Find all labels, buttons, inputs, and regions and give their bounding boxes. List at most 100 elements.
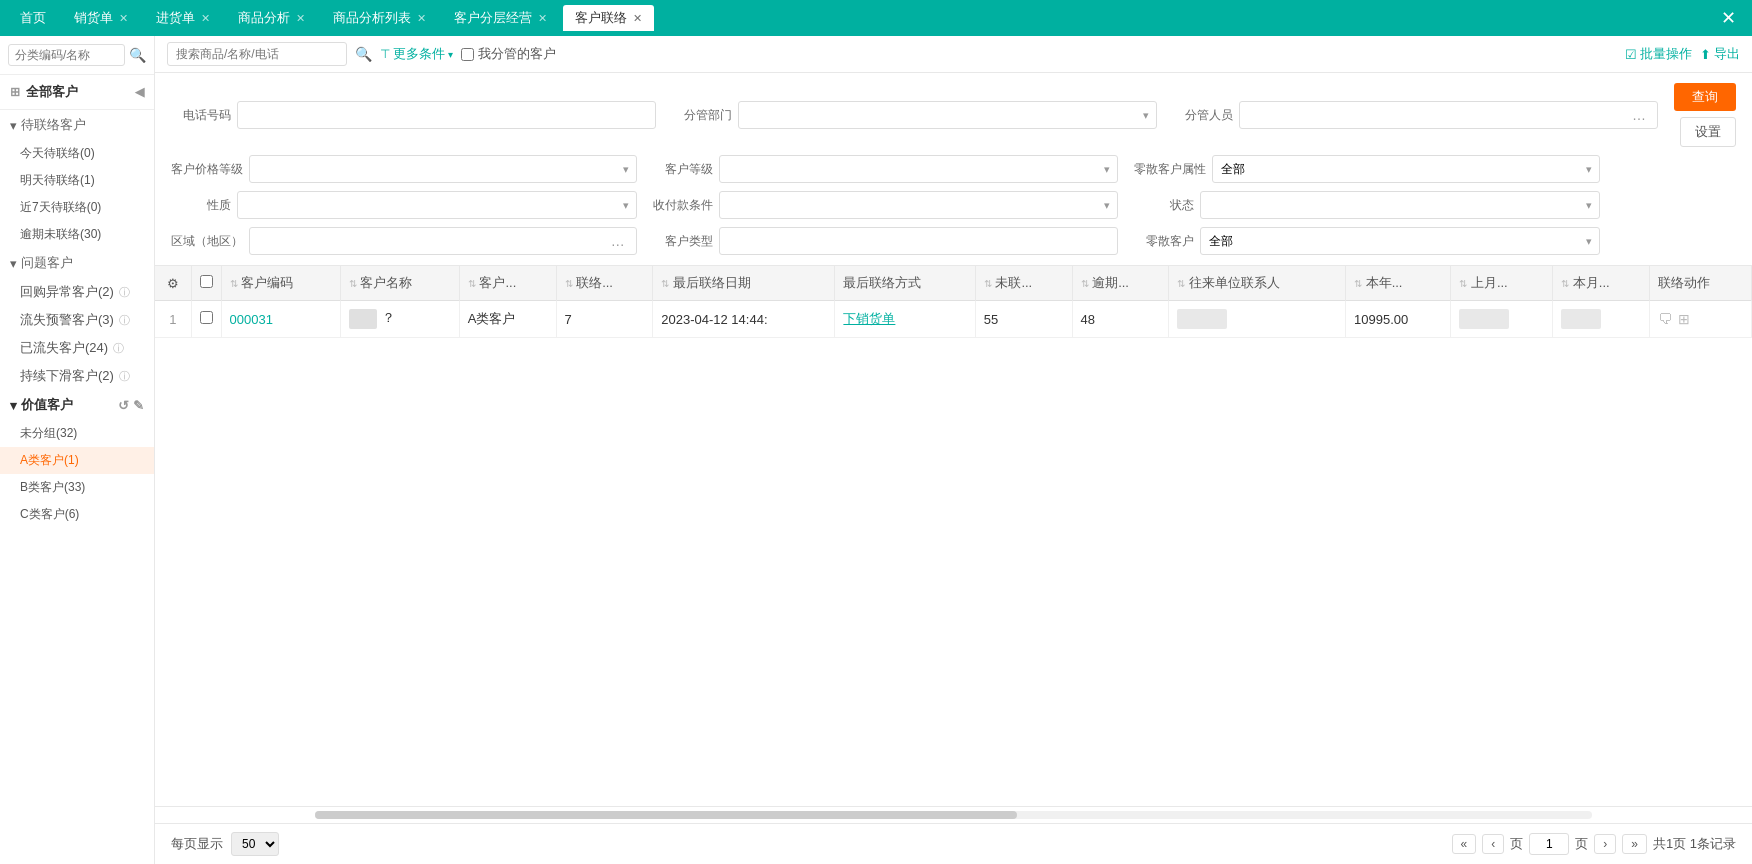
scrollbar-track[interactable] [315, 811, 1592, 819]
col-sort-icon-code[interactable]: ⇅ [230, 278, 238, 289]
person-input[interactable] [1239, 101, 1658, 129]
edit-icon[interactable]: ✎ [133, 398, 144, 413]
nav-tab-sales[interactable]: 销货单 ✕ [62, 5, 140, 31]
col-sort-icon-contact[interactable]: ⇅ [565, 278, 573, 289]
col-sort-icon-ty[interactable]: ⇅ [1354, 278, 1362, 289]
sidebar-collapse-btn[interactable]: ◀ [135, 85, 144, 99]
th-overdue-label: 逾期... [1092, 275, 1129, 290]
query-btn[interactable]: 查询 [1674, 83, 1736, 111]
filter-more-btn[interactable]: ⊤ 更多条件 ▾ [380, 45, 453, 63]
row-name-text: ？ [382, 310, 395, 325]
settings-gear-icon[interactable]: ⚙ [167, 276, 179, 291]
price-grade-select[interactable] [249, 155, 637, 183]
row-last-method-link[interactable]: 下销货单 [843, 311, 895, 326]
per-page-label: 每页显示 [171, 835, 223, 853]
sidebar-section-pending-label: 待联络客户 [21, 116, 86, 134]
sidebar-search-input[interactable] [8, 44, 125, 66]
row-overdue: 48 [1072, 301, 1169, 338]
page-input[interactable] [1529, 833, 1569, 855]
sidebar-item-churn-warning[interactable]: 流失预警客户(3) ⓘ [0, 306, 154, 334]
col-sort-icon-uncontacted[interactable]: ⇅ [984, 278, 992, 289]
nav-tab-customer-segment-close[interactable]: ✕ [538, 12, 547, 25]
last-page-btn[interactable]: » [1622, 834, 1647, 854]
sidebar-section-pending[interactable]: ▾ 待联络客户 [0, 110, 154, 140]
per-page-select[interactable]: 50 [231, 832, 279, 856]
close-all-btn[interactable]: ✕ [1713, 7, 1744, 29]
settings-btn[interactable]: 设置 [1680, 117, 1736, 147]
select-all-checkbox[interactable] [200, 275, 213, 288]
person-dots-btn[interactable]: … [1628, 107, 1650, 123]
th-settings[interactable]: ⚙ [155, 266, 191, 301]
sidebar-search-icon[interactable]: 🔍 [129, 47, 146, 63]
filter-search-icon[interactable]: 🔍 [355, 46, 372, 62]
nav-tab-home[interactable]: 首页 [8, 5, 58, 31]
export-btn[interactable]: ⬆ 导出 [1700, 45, 1740, 63]
filter-form: 电话号码 分管部门 分管人员 … 查询 设置 [155, 73, 1752, 266]
filter-search-input[interactable] [167, 42, 347, 66]
repurchase-label: 回购异常客户(2) [20, 284, 114, 299]
sidebar-item-repurchase-abnormal[interactable]: 回购异常客户(2) ⓘ [0, 278, 154, 306]
info-icon-2: ⓘ [113, 342, 124, 354]
col-sort-icon-tm[interactable]: ⇅ [1561, 278, 1569, 289]
my-customers-checkbox[interactable] [461, 48, 474, 61]
col-sort-icon-name[interactable]: ⇅ [349, 278, 357, 289]
th-type: ⇅ 客户... [459, 266, 556, 301]
connect-icon[interactable]: ⊞ [1678, 311, 1690, 327]
dept-select[interactable] [738, 101, 1157, 129]
nav-tab-customer-contact-close[interactable]: ✕ [633, 12, 642, 25]
th-last-month-label: 上月... [1471, 275, 1508, 290]
nav-tab-analysis-close[interactable]: ✕ [296, 12, 305, 25]
col-sort-icon-last-date[interactable]: ⇅ [661, 278, 669, 289]
next-page-btn[interactable]: › [1594, 834, 1616, 854]
nav-tab-purchase-close[interactable]: ✕ [201, 12, 210, 25]
row-checkbox[interactable] [200, 311, 213, 324]
payment-select[interactable] [719, 191, 1119, 219]
customer-type-input[interactable] [719, 227, 1119, 255]
th-type-label: 客户... [479, 275, 516, 290]
col-sort-icon-cp[interactable]: ⇅ [1177, 278, 1185, 289]
phone-input[interactable] [237, 101, 656, 129]
sidebar-item-tomorrow[interactable]: 明天待联络(1) [0, 167, 154, 194]
sidebar-item-ungrouped[interactable]: 未分组(32) [0, 420, 154, 447]
row-code[interactable]: 000031 [221, 301, 340, 338]
sidebar-item-class-c[interactable]: C类客户(6) [0, 501, 154, 528]
first-page-btn[interactable]: « [1452, 834, 1477, 854]
sidebar-item-overdue[interactable]: 逾期未联络(30) [0, 221, 154, 248]
nav-tab-customer-contact[interactable]: 客户联络 ✕ [563, 5, 654, 31]
sidebar-item-declining[interactable]: 持续下滑客户(2) ⓘ [0, 362, 154, 390]
sidebar-section-problems[interactable]: ▾ 问题客户 [0, 248, 154, 278]
row-name: ？ [340, 301, 459, 338]
nav-tab-customer-segment[interactable]: 客户分层经营 ✕ [442, 5, 559, 31]
refresh-icon[interactable]: ↺ [118, 398, 129, 413]
nav-tab-sales-close[interactable]: ✕ [119, 12, 128, 25]
retail-attr-select[interactable]: 全部 [1212, 155, 1600, 183]
nav-tab-analysis-list-close[interactable]: ✕ [417, 12, 426, 25]
sidebar-item-today[interactable]: 今天待联络(0) [0, 140, 154, 167]
lm-placeholder [1459, 309, 1509, 329]
sidebar-item-class-a[interactable]: A类客户(1) [0, 447, 154, 474]
region-field: 区域（地区） … [171, 227, 637, 255]
sidebar-item-class-b[interactable]: B类客户(33) [0, 474, 154, 501]
filter-row-2: 客户价格等级 客户等级 零散客户属性 全部 [171, 155, 1736, 183]
content-area: 🔍 ⊤ 更多条件 ▾ 我分管的客户 ☑ 批量操作 ⬆ 导出 [155, 36, 1752, 864]
retail-customer-select[interactable]: 全部 [1200, 227, 1600, 255]
col-sort-icon-type[interactable]: ⇅ [468, 278, 476, 289]
nav-tab-analysis-list[interactable]: 商品分析列表 ✕ [321, 5, 438, 31]
status-select[interactable] [1200, 191, 1600, 219]
nav-tab-purchase[interactable]: 进货单 ✕ [144, 5, 222, 31]
region-input[interactable] [249, 227, 637, 255]
region-dots-btn[interactable]: … [607, 233, 629, 249]
message-icon[interactable]: 🗨 [1658, 311, 1672, 327]
col-sort-icon-lm[interactable]: ⇅ [1459, 278, 1467, 289]
nav-tab-analysis[interactable]: 商品分析 ✕ [226, 5, 317, 31]
th-contact: ⇅ 联络... [556, 266, 653, 301]
scrollbar-thumb[interactable] [315, 811, 1017, 819]
person-label: 分管人员 [1173, 107, 1233, 124]
batch-ops-btn[interactable]: ☑ 批量操作 [1625, 45, 1692, 63]
col-sort-icon-overdue[interactable]: ⇅ [1081, 278, 1089, 289]
nature-select[interactable] [237, 191, 637, 219]
prev-page-btn[interactable]: ‹ [1482, 834, 1504, 854]
sidebar-item-churned[interactable]: 已流失客户(24) ⓘ [0, 334, 154, 362]
sidebar-item-7days[interactable]: 近7天待联络(0) [0, 194, 154, 221]
customer-grade-select[interactable] [719, 155, 1119, 183]
